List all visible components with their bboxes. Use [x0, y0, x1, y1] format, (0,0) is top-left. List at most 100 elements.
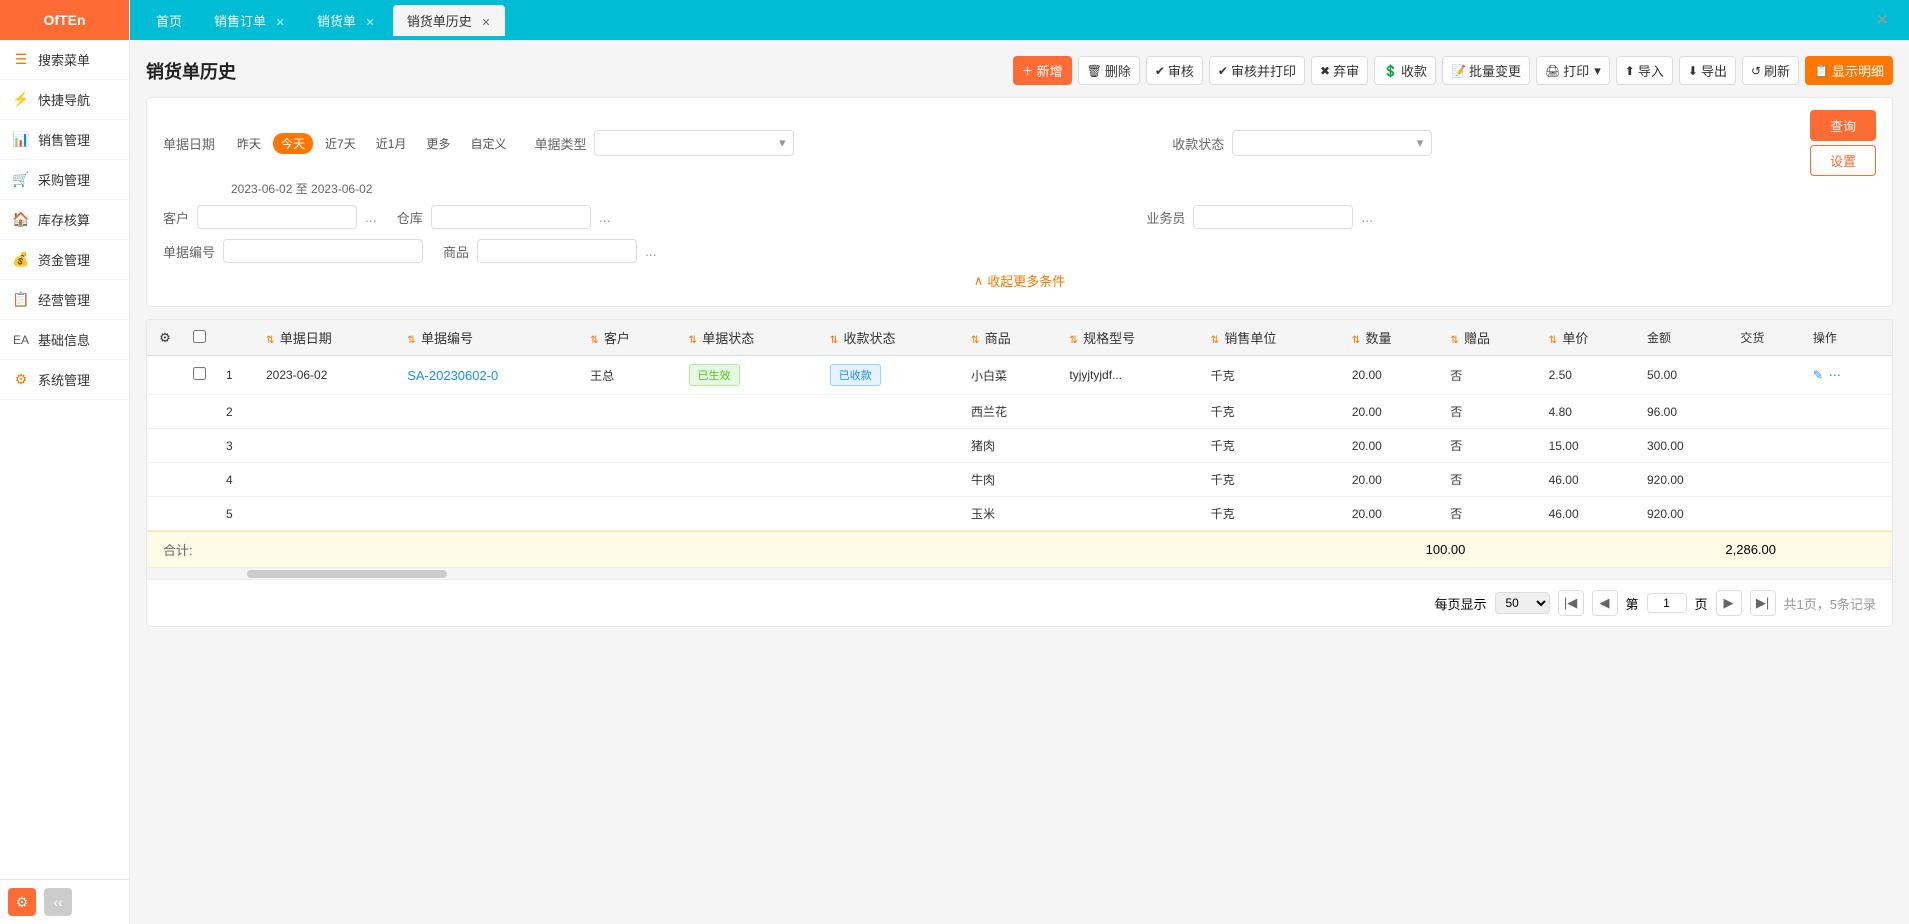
table-row: 4 牛肉 千克 20.00 否 46.00 920.00: [147, 463, 1892, 497]
col-product[interactable]: ⇅ 商品: [961, 320, 1059, 356]
sidebar-item-system-mgmt[interactable]: ⚙ 系统管理: [0, 360, 129, 400]
sidebar-item-base-info[interactable]: EA 基础信息: [0, 320, 129, 360]
salesperson-input[interactable]: [1193, 205, 1353, 229]
close-all-tabs[interactable]: ✕: [1868, 6, 1897, 34]
audit-button[interactable]: ✔ 审核: [1146, 56, 1203, 85]
sidebar-collapse-btn[interactable]: ‹‹: [44, 888, 72, 916]
row-doc-number: [397, 463, 580, 497]
row-gear: [147, 463, 183, 497]
query-button[interactable]: 查询: [1810, 110, 1876, 141]
date-tab-custom[interactable]: 自定义: [462, 133, 514, 154]
row-unit: 千克: [1201, 429, 1342, 463]
col-payment-status[interactable]: ⇅ 收款状态: [820, 320, 961, 356]
select-all-checkbox[interactable]: [193, 330, 206, 343]
warehouse-ellipsis[interactable]: ...: [599, 209, 611, 225]
product-input[interactable]: [477, 239, 637, 263]
sidebar-item-inventory[interactable]: 🏠 库存核算: [0, 200, 129, 240]
sidebar-settings-btn[interactable]: ⚙: [8, 888, 36, 916]
row-gear: [147, 395, 183, 429]
gear-icon[interactable]: ⚙: [159, 330, 171, 345]
date-tab-yesterday[interactable]: 昨天: [229, 133, 269, 154]
sort-icon: ⇅: [689, 335, 697, 346]
row-unit: 千克: [1201, 356, 1342, 395]
show-detail-button[interactable]: 📋 显示明细: [1805, 56, 1893, 85]
sidebar-item-purchase-mgmt[interactable]: 🛒 采购管理: [0, 160, 129, 200]
refresh-button[interactable]: ↺ 刷新: [1742, 56, 1799, 85]
import-button[interactable]: ⬆ 导入: [1616, 56, 1673, 85]
horizontal-scrollbar[interactable]: [147, 567, 1892, 579]
set-button[interactable]: 设置: [1810, 145, 1876, 176]
sidebar-item-operations[interactable]: 📋 经营管理: [0, 280, 129, 320]
last-page-btn[interactable]: ▶|: [1750, 590, 1776, 616]
row-doc-status: [679, 463, 820, 497]
tab-sales-delivery[interactable]: 销货单 ✕: [303, 5, 389, 36]
col-qty[interactable]: ⇅ 数量: [1342, 320, 1440, 356]
row-spec: [1059, 463, 1200, 497]
sidebar-item-label: 经营管理: [38, 290, 90, 309]
sort-icon: ⇅: [830, 335, 838, 346]
tab-close-sales-order[interactable]: ✕: [276, 17, 285, 29]
detail-icon: 📋: [1814, 64, 1829, 78]
tab-close-sales-delivery[interactable]: ✕: [366, 17, 375, 29]
col-doc-date[interactable]: ⇅ 单据日期: [256, 320, 397, 356]
page-size-select[interactable]: 50 100 200: [1495, 592, 1550, 614]
add-button[interactable]: ＋ 新增: [1013, 56, 1072, 85]
collect-button[interactable]: 💲 收款: [1374, 56, 1436, 85]
col-spec[interactable]: ⇅ 规格型号: [1059, 320, 1200, 356]
row-gift: 否: [1440, 395, 1538, 429]
sidebar-item-quick-nav[interactable]: ⚡ 快捷导航: [0, 80, 129, 120]
date-tab-more[interactable]: 更多: [418, 133, 458, 154]
payment-status-arrow: ▾: [1417, 135, 1424, 151]
doc-type-select[interactable]: ▾: [594, 130, 794, 156]
sidebar-item-label: 资金管理: [38, 250, 90, 269]
salesperson-ellipsis[interactable]: ...: [1361, 209, 1373, 225]
row-doc-status: [679, 395, 820, 429]
row-doc-date: [256, 429, 397, 463]
print-button[interactable]: 🖨 打印 ▾: [1536, 56, 1610, 85]
warehouse-input[interactable]: [431, 205, 591, 229]
date-tab-7days[interactable]: 近7天: [317, 133, 364, 154]
collapse-button[interactable]: ∧ 收起更多条件: [970, 267, 1070, 294]
sidebar-item-finance[interactable]: 💰 资金管理: [0, 240, 129, 280]
row-checkbox[interactable]: [193, 367, 206, 380]
col-doc-number[interactable]: ⇅ 单据编号: [397, 320, 580, 356]
col-price[interactable]: ⇅ 单价: [1539, 320, 1637, 356]
more-action[interactable]: ⋯: [1829, 368, 1841, 382]
customer-ellipsis[interactable]: ...: [365, 209, 377, 225]
customer-input[interactable]: [197, 205, 357, 229]
delete-button[interactable]: 🗑 删除: [1078, 56, 1140, 85]
tab-close-sales-history[interactable]: ✕: [481, 17, 490, 29]
sidebar-item-search-menu[interactable]: ☰ 搜索菜单: [0, 40, 129, 80]
page-input[interactable]: [1647, 593, 1687, 613]
doc-number-input[interactable]: [223, 239, 423, 263]
export-button[interactable]: ⬇ 导出: [1679, 56, 1736, 85]
product-label: 商品: [443, 242, 469, 261]
abandon-button[interactable]: ✖ 弃审: [1311, 56, 1368, 85]
print-dropdown-arrow[interactable]: ▾: [1594, 63, 1601, 79]
scrollbar-thumb[interactable]: [247, 570, 447, 578]
date-tab-1month[interactable]: 近1月: [368, 133, 415, 154]
row-checkbox-cell: [183, 429, 216, 463]
doc-status-badge: 已生效: [689, 364, 740, 386]
col-doc-status[interactable]: ⇅ 单据状态: [679, 320, 820, 356]
tab-sales-order[interactable]: 销售订单 ✕: [200, 5, 299, 36]
prev-page-btn[interactable]: ◀: [1592, 590, 1618, 616]
first-page-btn[interactable]: |◀: [1558, 590, 1584, 616]
tab-home[interactable]: 首页: [142, 5, 196, 36]
date-tab-today[interactable]: 今天: [273, 133, 313, 154]
row-checkbox-cell: [183, 497, 216, 531]
doc-number-link[interactable]: SA-20230602-0: [407, 368, 498, 383]
batch-change-button[interactable]: 📝 批量变更: [1442, 56, 1530, 85]
sidebar-item-sales-mgmt[interactable]: 📊 销售管理: [0, 120, 129, 160]
row-trade: [1730, 395, 1802, 429]
col-gift[interactable]: ⇅ 赠品: [1440, 320, 1538, 356]
next-page-btn[interactable]: ▶: [1716, 590, 1742, 616]
product-ellipsis[interactable]: ...: [645, 243, 657, 259]
edit-action[interactable]: ✎: [1813, 368, 1823, 382]
audit-print-button[interactable]: ✔ 审核并打印: [1209, 56, 1305, 85]
payment-status-select[interactable]: ▾: [1232, 130, 1432, 156]
row-spec: [1059, 429, 1200, 463]
col-customer[interactable]: ⇅ 客户: [580, 320, 678, 356]
col-unit[interactable]: ⇅ 销售单位: [1201, 320, 1342, 356]
tab-sales-history[interactable]: 销货单历史 ✕: [393, 5, 505, 36]
